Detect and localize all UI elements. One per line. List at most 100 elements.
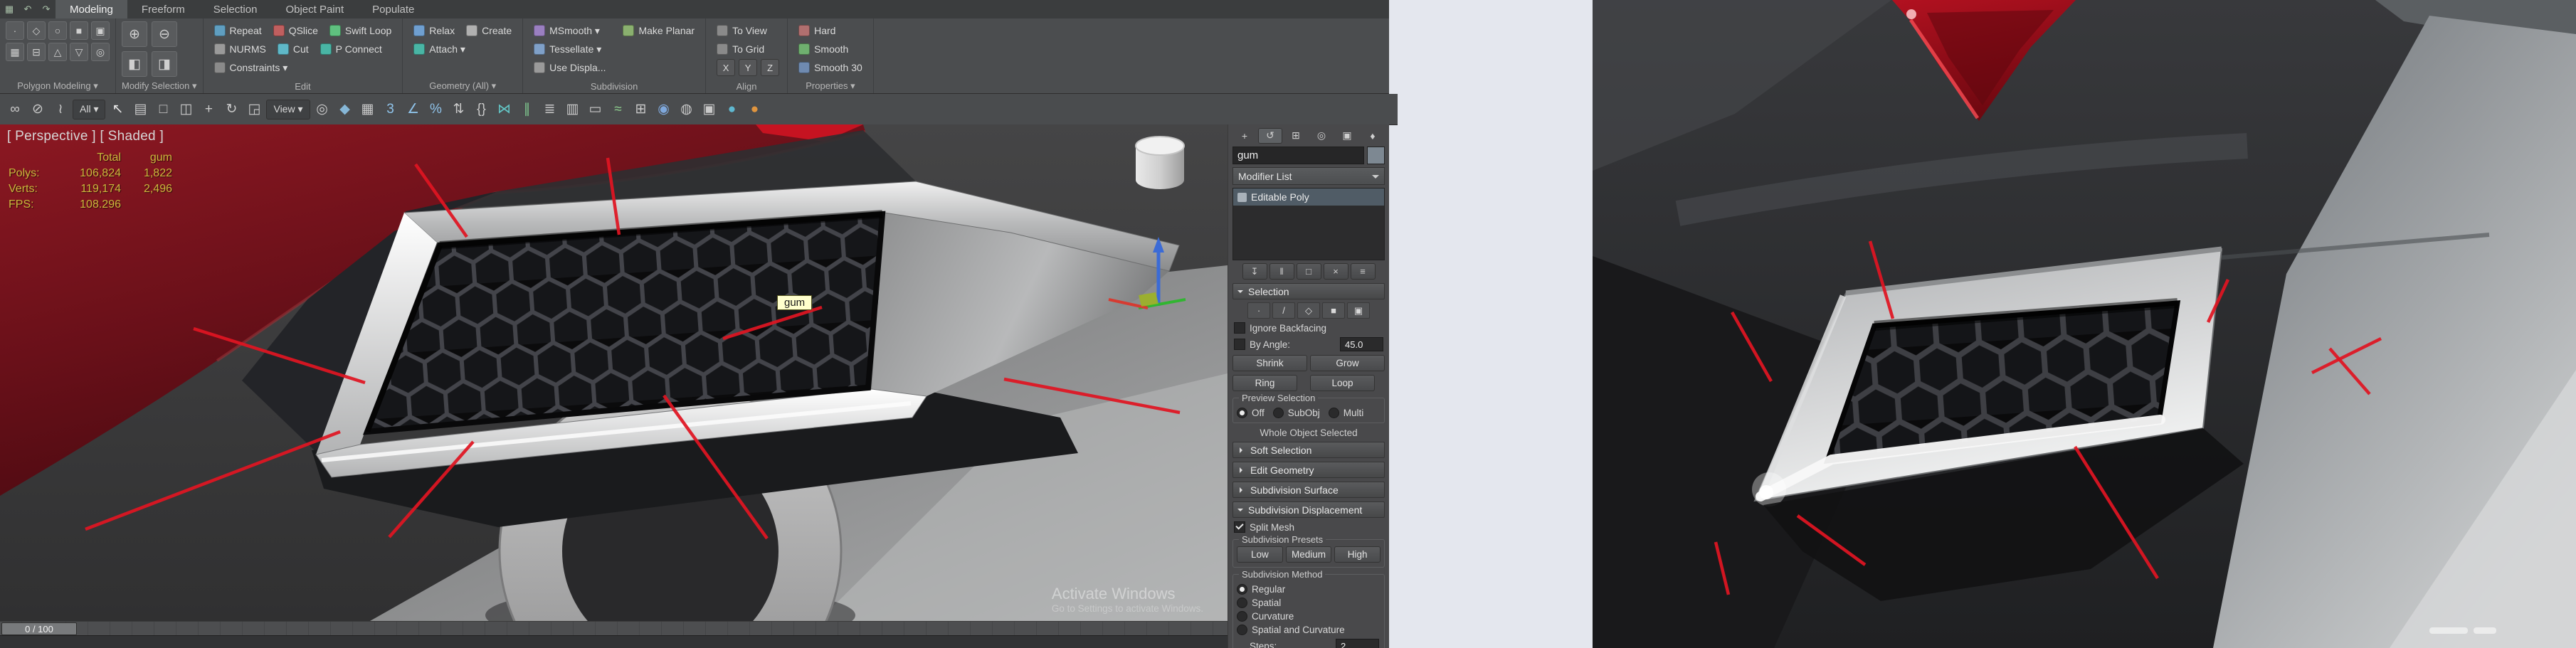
hard-button[interactable]: Hard — [793, 22, 840, 39]
method-regular[interactable]: Regular — [1237, 584, 1381, 595]
angle-snap-icon[interactable]: ∠ — [403, 98, 424, 121]
swift-loop-button[interactable]: Swift Loop — [324, 22, 396, 39]
method-spatial-and-curvature[interactable]: Spatial and Curvature — [1237, 625, 1381, 635]
create-button[interactable]: Create — [461, 22, 517, 39]
radio-icon[interactable] — [1237, 625, 1247, 635]
make-planar-button[interactable]: Make Planar — [618, 22, 700, 39]
border-mode-icon[interactable]: ◇ — [1297, 302, 1320, 319]
constraints-dropdown[interactable]: Constraints ▾ — [209, 59, 293, 76]
ribbon-tab-selection[interactable]: Selection — [199, 0, 272, 18]
object-name-field[interactable]: gum — [1232, 147, 1364, 164]
timeline-track[interactable]: 0 / 100 — [0, 621, 1228, 636]
object-color-swatch[interactable] — [1367, 147, 1385, 164]
show-end-result-button[interactable]: ‖ — [1269, 263, 1294, 280]
method-spatial[interactable]: Spatial — [1237, 597, 1381, 608]
rollout-subdivision-displacement[interactable]: Subdivision Displacement — [1232, 501, 1385, 518]
snap-toggle-icon[interactable]: 3 — [380, 98, 401, 121]
select-link-icon[interactable]: ∞ — [4, 98, 26, 121]
radio-icon[interactable] — [1237, 584, 1247, 595]
method-curvature[interactable]: Curvature — [1237, 611, 1381, 622]
cut-button[interactable]: Cut — [273, 41, 314, 58]
render-production-icon[interactable]: ● — [722, 98, 743, 121]
ignore-backfacing-checkbox[interactable] — [1234, 322, 1245, 334]
unlink-icon[interactable]: ⊘ — [27, 98, 48, 121]
preview-option-off[interactable]: Off — [1237, 408, 1265, 418]
smooth-30-button[interactable]: Smooth 30 — [793, 59, 867, 76]
quick-undo-icon[interactable]: ↶ — [19, 0, 37, 18]
ref-coord-dropdown[interactable]: View ▾ — [266, 99, 310, 119]
ribbon-toggle-icon[interactable]: ▭ — [585, 98, 606, 121]
spinner-arrows-icon[interactable] — [1372, 642, 1376, 648]
configure-modifier-sets-button[interactable]: ≡ — [1350, 263, 1376, 280]
attach-dropdown[interactable]: Attach ▾ — [408, 41, 470, 58]
rendered-frame-icon[interactable]: ▣ — [699, 98, 720, 121]
selection-filter-dropdown[interactable]: All ▾ — [73, 99, 106, 119]
align-y-button[interactable]: Y — [739, 59, 758, 76]
bind-spacewarp-icon[interactable]: ≀ — [50, 98, 71, 121]
viewport-label[interactable]: [ Perspective ] [ Shaded ] — [7, 129, 164, 144]
utilities-tab[interactable]: ♦ — [1361, 128, 1385, 144]
modify-selection-icon-1[interactable]: ⊕ — [122, 21, 147, 47]
polygon-modeling-icon-6[interactable]: ▦ — [6, 43, 24, 61]
by-angle-row[interactable]: By Angle: 45.0 — [1232, 337, 1385, 351]
radio-icon[interactable] — [1237, 408, 1247, 418]
radio-icon[interactable] — [1328, 408, 1339, 418]
material-editor-icon[interactable]: ◉ — [653, 98, 675, 121]
remove-modifier-button[interactable]: × — [1323, 263, 1348, 280]
radio-icon[interactable] — [1237, 611, 1247, 622]
rollout-edit-geometry[interactable]: Edit Geometry — [1232, 462, 1385, 478]
polygon-modeling-icon-10[interactable]: ◎ — [91, 43, 110, 61]
repeat-button[interactable]: Repeat — [209, 22, 267, 39]
panel-label-modify-selection[interactable]: Modify Selection ▾ — [122, 79, 197, 93]
polygon-modeling-icon-2[interactable]: ◇ — [27, 21, 46, 40]
viewport-canvas[interactable]: [ Perspective ] [ Shaded ] Total gum Poly… — [0, 124, 1228, 621]
split-mesh-row[interactable]: Split Mesh — [1232, 521, 1385, 533]
to-view-button[interactable]: To View — [712, 22, 772, 39]
modify-tab[interactable]: ↺ — [1258, 127, 1282, 144]
polygon-modeling-icon-9[interactable]: ▽ — [70, 43, 88, 61]
modifier-stack[interactable]: Editable Poly — [1232, 188, 1385, 260]
msmooth-button[interactable]: MSmooth ▾ — [529, 22, 605, 39]
preset-low-button[interactable]: Low — [1237, 546, 1283, 563]
preset-medium-button[interactable]: Medium — [1285, 546, 1332, 563]
scene-explorer-icon[interactable]: ▥ — [562, 98, 584, 121]
element-mode-icon[interactable]: ▣ — [1347, 302, 1370, 319]
smooth-button[interactable]: Smooth — [793, 41, 853, 58]
time-slider[interactable]: 0 / 100 — [1, 622, 77, 635]
qslice-button[interactable]: QSlice — [268, 22, 323, 39]
align-x-button[interactable]: X — [717, 59, 736, 76]
modifier-list-dropdown[interactable]: Modifier List — [1232, 167, 1385, 185]
spinner-snap-icon[interactable]: ⇅ — [448, 98, 470, 121]
use-displacement-button[interactable]: Use Displa... — [529, 59, 611, 76]
panel-label-edit[interactable]: Edit — [209, 79, 397, 93]
select-manipulate-icon[interactable]: ◆ — [334, 98, 356, 121]
relax-button[interactable]: Relax — [408, 22, 460, 39]
quick-redo-icon[interactable]: ↷ — [37, 0, 56, 18]
select-scale-icon[interactable]: ◲ — [243, 98, 265, 121]
display-tab[interactable]: ▣ — [1335, 128, 1359, 144]
percent-snap-icon[interactable]: % — [426, 98, 447, 121]
schematic-view-icon[interactable]: ⊞ — [630, 98, 652, 121]
p-connect-button[interactable]: P Connect — [315, 41, 387, 58]
loop-spinner[interactable] — [1381, 375, 1385, 391]
shrink-button[interactable]: Shrink — [1232, 355, 1307, 371]
ring-spinner[interactable] — [1303, 375, 1307, 391]
rollout-soft-selection[interactable]: Soft Selection — [1232, 442, 1385, 458]
create-tab[interactable]: + — [1232, 128, 1257, 144]
steps-spinner[interactable]: 2 — [1336, 639, 1379, 648]
radio-icon[interactable] — [1237, 597, 1247, 608]
use-pivot-icon[interactable]: ◎ — [312, 98, 333, 121]
ribbon-tab-object-paint[interactable]: Object Paint — [271, 0, 358, 18]
ring-button[interactable]: Ring — [1232, 375, 1297, 391]
polygon-modeling-icon-1[interactable]: · — [6, 21, 24, 40]
loop-button[interactable]: Loop — [1310, 375, 1375, 391]
radio-icon[interactable] — [1272, 408, 1284, 418]
split-mesh-checkbox[interactable] — [1234, 521, 1245, 533]
panel-label-subdivision[interactable]: Subdivision — [529, 79, 700, 93]
pin-stack-button[interactable]: ↧ — [1242, 263, 1267, 280]
panel-label-geometry[interactable]: Geometry (All) ▾ — [408, 79, 517, 93]
panel-label-polygon-modeling[interactable]: Polygon Modeling ▾ — [6, 79, 110, 93]
preset-high-button[interactable]: High — [1334, 546, 1381, 563]
select-rotate-icon[interactable]: ↻ — [221, 98, 242, 121]
panel-label-align[interactable]: Align — [712, 79, 781, 93]
